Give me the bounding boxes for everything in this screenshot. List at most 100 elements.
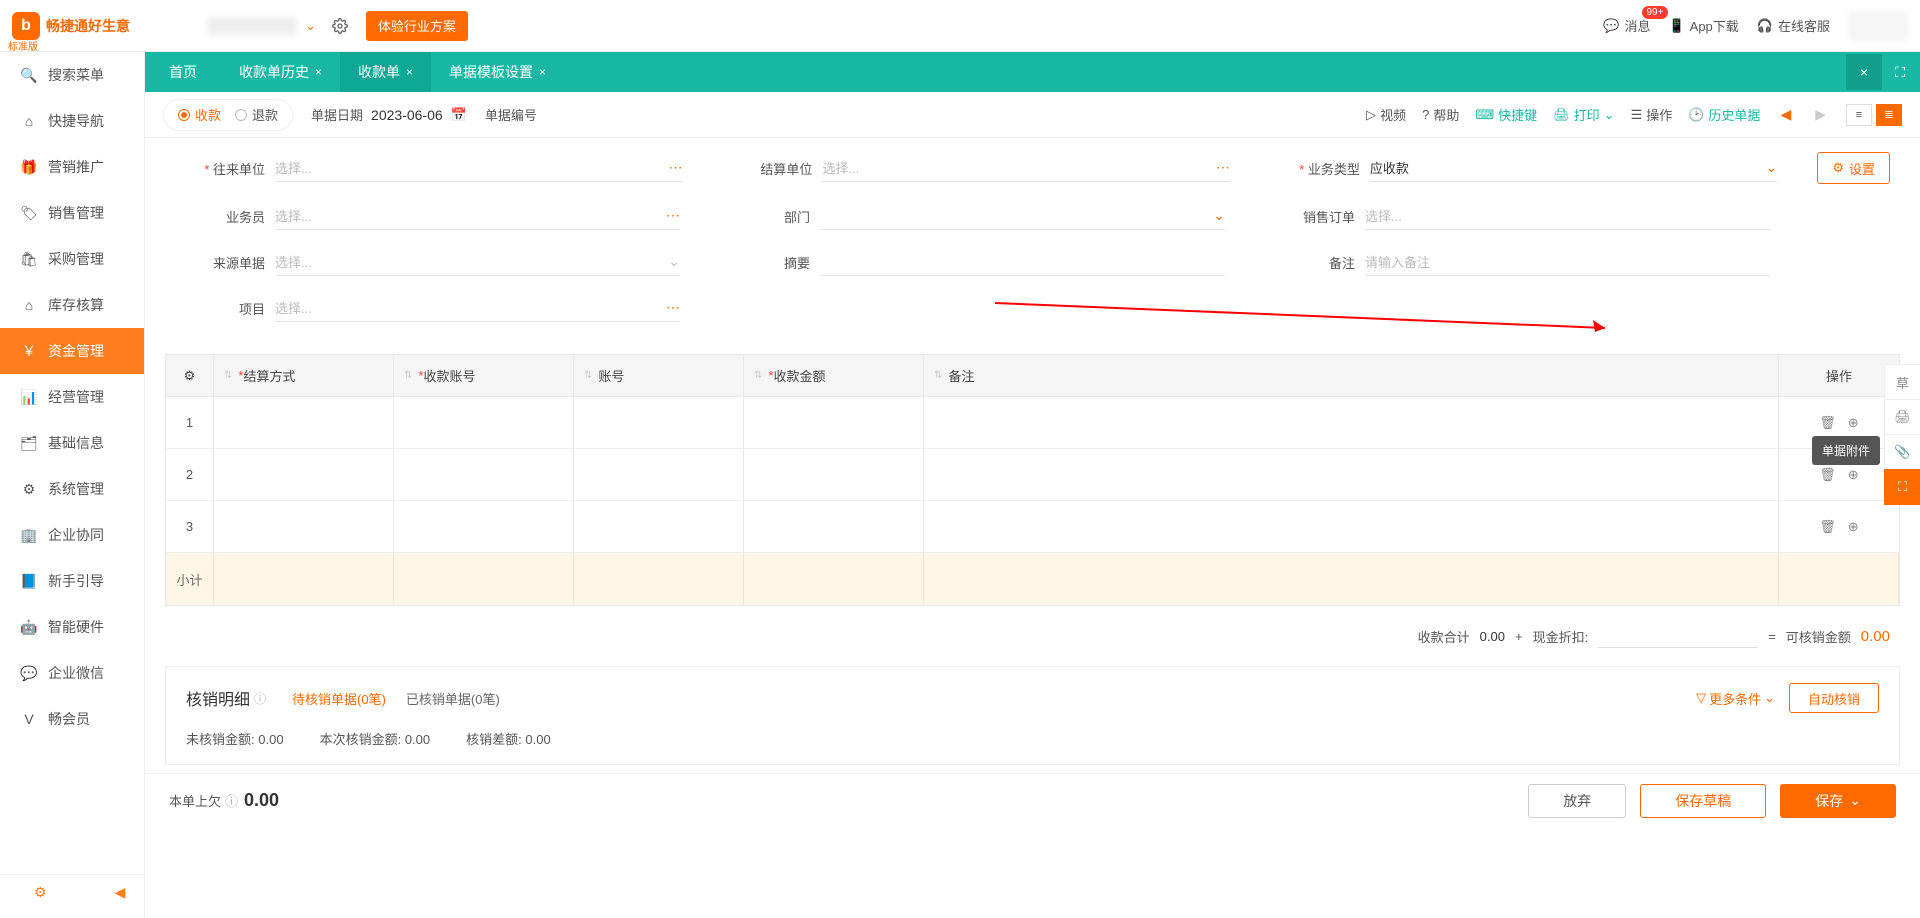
tab-receipt-history[interactable]: 收款单历史×: [221, 52, 340, 92]
col-note[interactable]: ⇅备注: [924, 355, 1779, 396]
table-row[interactable]: 1 🗑 ⊕: [166, 397, 1899, 449]
doc-date-field[interactable]: 单据日期 2023-06-06 📅: [311, 105, 467, 124]
cell-settle[interactable]: [214, 397, 394, 448]
close-icon[interactable]: ×: [406, 65, 413, 79]
sidebar-item-inventory[interactable]: ⌂库存核算: [0, 282, 144, 328]
sidebar-item-quicknav[interactable]: ⌂快捷导航: [0, 98, 144, 144]
tab-receipt[interactable]: 收款单×: [340, 52, 431, 92]
cell-acct[interactable]: [394, 397, 574, 448]
sidebar-item-funds[interactable]: ￥资金管理: [0, 328, 144, 374]
writeoff-tab-pending[interactable]: 待核销单据(0笔): [292, 689, 386, 708]
partner-input[interactable]: 选择...⋯: [275, 154, 682, 182]
dept-select[interactable]: ⌄: [820, 202, 1225, 230]
sidebar-item-hardware[interactable]: 🤖智能硬件: [0, 604, 144, 650]
sidebar-item-system[interactable]: ⚙系统管理: [0, 466, 144, 512]
sidebar-item-sales[interactable]: 🏷销售管理: [0, 190, 144, 236]
delete-row-icon[interactable]: 🗑: [1819, 467, 1836, 483]
col-receive-account[interactable]: ⇅*收款账号: [394, 355, 574, 396]
history-link[interactable]: 🕑历史单据: [1688, 105, 1760, 124]
help-icon[interactable]: ⓘ: [225, 791, 238, 810]
form-settings-button[interactable]: ⚙设置: [1817, 152, 1890, 184]
org-selector[interactable]: ⌄: [207, 17, 316, 35]
chevron-down-icon: ⌄: [1766, 159, 1778, 176]
col-receive-amount[interactable]: ⇅*收款金额: [744, 355, 924, 396]
sidebar-item-management[interactable]: 📊经营管理: [0, 374, 144, 420]
help-icon[interactable]: ⓘ: [254, 690, 266, 707]
operate-link[interactable]: ☰操作: [1631, 105, 1673, 124]
view-card-button[interactable]: ≣: [1876, 104, 1902, 126]
close-all-tabs-button[interactable]: ×: [1846, 54, 1882, 90]
cell-amt[interactable]: [744, 397, 924, 448]
trial-industry-button[interactable]: 体验行业方案: [366, 11, 468, 41]
auto-writeoff-button[interactable]: 自动核销: [1789, 683, 1879, 713]
sidebar-item-label: 销售管理: [48, 203, 104, 223]
sidebar-item-marketing[interactable]: 🎁营销推广: [0, 144, 144, 190]
table-header: ⚙ ⇅*结算方式 ⇅*收款账号 ⇅账号 ⇅*收款金额 ⇅备注 操作: [166, 355, 1899, 397]
dock-attachment-button[interactable]: 📎: [1884, 434, 1920, 470]
remark-input[interactable]: 请输入备注: [1365, 248, 1770, 276]
radio-refund[interactable]: 退款: [235, 105, 278, 124]
cell-note[interactable]: [924, 397, 1779, 448]
discard-button[interactable]: 放弃: [1528, 784, 1626, 818]
delete-row-icon[interactable]: 🗑: [1819, 415, 1836, 431]
radio-receive[interactable]: 收款: [178, 105, 221, 124]
add-row-icon[interactable]: ⊕: [1848, 519, 1859, 535]
sales-order-input[interactable]: 选择...: [1365, 202, 1770, 230]
add-row-icon[interactable]: ⊕: [1848, 415, 1859, 431]
sidebar-item-purchase[interactable]: 🛍采购管理: [0, 236, 144, 282]
cell-acctno[interactable]: [574, 397, 744, 448]
print-link[interactable]: 🖨打印 ⌄: [1553, 105, 1614, 124]
tab-home[interactable]: 首页: [145, 52, 221, 92]
table-row[interactable]: 3 🗑⊕: [166, 501, 1899, 553]
tab-label: 首页: [169, 62, 197, 82]
shortcut-link[interactable]: ⌨快捷键: [1475, 105, 1537, 124]
chevron-down-icon: ⌄: [1764, 690, 1775, 706]
biz-type-select[interactable]: 应收款⌄: [1370, 154, 1777, 182]
add-row-icon[interactable]: ⊕: [1848, 467, 1859, 483]
sidebar-item-collab[interactable]: 🏢企业协同: [0, 512, 144, 558]
discount-input[interactable]: [1598, 624, 1758, 648]
link-label: 快捷键: [1498, 105, 1537, 124]
sidebar-item-guide[interactable]: 📘新手引导: [0, 558, 144, 604]
next-doc-button[interactable]: ▶: [1811, 106, 1830, 123]
messages-link[interactable]: 💬 消息 99+: [1603, 16, 1650, 35]
prev-doc-button[interactable]: ◀: [1776, 106, 1795, 123]
app-download-link[interactable]: 📱 App下载: [1668, 16, 1738, 35]
support-link[interactable]: 🎧 在线客服: [1757, 16, 1830, 35]
salesman-input[interactable]: 选择...⋯: [275, 202, 680, 230]
close-icon[interactable]: ×: [539, 65, 546, 79]
more-conditions-link[interactable]: ▽更多条件⌄: [1696, 689, 1775, 708]
settle-unit-input[interactable]: 选择...⋯: [822, 154, 1229, 182]
sidebar-settings-button[interactable]: ⚙: [0, 875, 81, 909]
sidebar-item-vip[interactable]: V畅会员: [0, 696, 144, 742]
col-settle-method[interactable]: ⇅*结算方式: [214, 355, 394, 396]
tab-template-settings[interactable]: 单据模板设置×: [431, 52, 564, 92]
save-draft-button[interactable]: 保存草稿: [1640, 784, 1766, 818]
col-account-no[interactable]: ⇅账号: [574, 355, 744, 396]
table-settings-col[interactable]: ⚙: [166, 355, 214, 396]
link-label: 历史单据: [1708, 105, 1760, 124]
writeoff-tab-done[interactable]: 已核销单据(0笔): [406, 689, 500, 708]
table-row[interactable]: 2 🗑⊕: [166, 449, 1899, 501]
dock-print-button[interactable]: 🖨: [1884, 399, 1920, 435]
summary-input[interactable]: [820, 248, 1225, 276]
sidebar-item-basic[interactable]: 🗂基础信息: [0, 420, 144, 466]
source-select[interactable]: 选择...⌄: [275, 248, 680, 276]
row-index: 1: [166, 397, 214, 448]
radio-dot-icon: [178, 109, 190, 121]
sidebar-item-wechat[interactable]: 💬企业微信: [0, 650, 144, 696]
view-list-button[interactable]: ≡: [1846, 104, 1872, 126]
sidebar-item-search[interactable]: 🔍搜索菜单: [0, 52, 144, 98]
save-button[interactable]: 保存⌄: [1780, 784, 1896, 818]
close-icon[interactable]: ×: [315, 65, 322, 79]
fullscreen-icon[interactable]: ⛶: [1888, 60, 1912, 84]
dock-draft-button[interactable]: 草: [1884, 364, 1920, 400]
placeholder-text: 选择...: [275, 206, 312, 225]
settings-icon[interactable]: [326, 12, 354, 40]
dock-expand-button[interactable]: ⛶: [1884, 469, 1920, 505]
project-input[interactable]: 选择...⋯: [275, 294, 680, 322]
user-avatar-blurred[interactable]: [1848, 11, 1908, 41]
delete-row-icon[interactable]: 🗑: [1819, 519, 1836, 535]
help-link[interactable]: ?帮助: [1422, 105, 1459, 124]
video-link[interactable]: ▷视频: [1366, 105, 1406, 124]
